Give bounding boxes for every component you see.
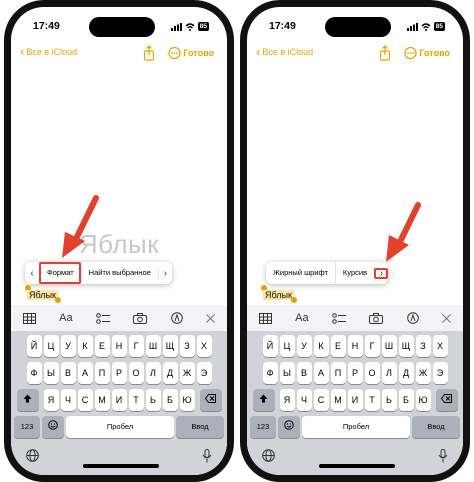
annotation-arrows xyxy=(62,195,421,262)
red-arrow-right xyxy=(386,202,421,262)
red-arrow-left xyxy=(62,195,99,258)
